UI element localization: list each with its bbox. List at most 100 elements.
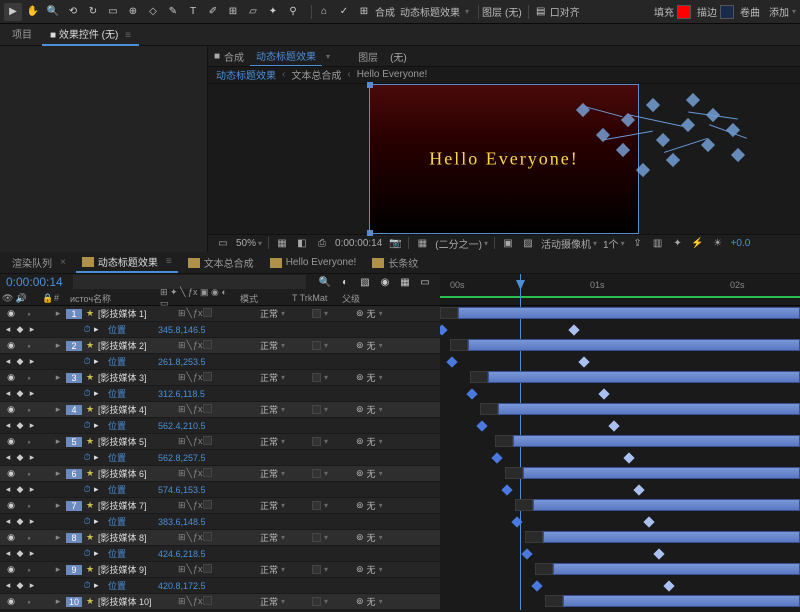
property-value[interactable]: 574.6,153.5 [156, 485, 246, 495]
mode-col-header[interactable]: 模式 [238, 292, 290, 305]
layer-row[interactable]: ◉◦▸9★[影技媒体 9]⊞╲ƒx正常▾▾⊚无▾ [0, 562, 440, 578]
prev-kf-icon[interactable]: ◂ [4, 518, 12, 526]
property-value[interactable]: 420.8,172.5 [156, 581, 246, 591]
pickwhip-icon[interactable]: ⊚ [356, 596, 364, 607]
quality-switch[interactable] [203, 436, 212, 445]
layer-bar[interactable] [498, 403, 800, 415]
solo-toggle-icon[interactable]: ◦ [25, 534, 33, 542]
property-row[interactable]: ◂◆▸⏱▸位置312.6,118.5 [0, 386, 440, 402]
keyframe-icon[interactable] [440, 324, 448, 335]
label-color-icon[interactable]: ★ [84, 532, 96, 543]
layer-bar[interactable] [563, 595, 800, 607]
add-kf-icon[interactable]: ◆ [16, 454, 24, 462]
shy-switch-icon[interactable]: ⊞ [178, 532, 186, 543]
project-tab[interactable]: 项目 [4, 23, 40, 46]
property-row[interactable]: ◂◆▸⏱▸位置261.8,253.5 [0, 354, 440, 370]
next-kf-icon[interactable]: ▸ [28, 390, 36, 398]
layer-row[interactable]: ◉◦▸2★[影技媒体 2]⊞╲ƒx正常▾▾⊚无▾ [0, 338, 440, 354]
property-row[interactable]: ◂◆▸⏱▸位置420.8,172.5 [0, 578, 440, 594]
hand-tool-icon[interactable]: ✋ [24, 3, 42, 21]
parent-dropdown[interactable]: ⊚无▾ [356, 467, 418, 480]
property-name[interactable]: 位置 [106, 579, 156, 592]
blend-mode-dropdown[interactable]: 正常▾ [254, 339, 306, 352]
parent-dropdown[interactable]: ⊚无▾ [356, 563, 418, 576]
property-name[interactable]: 位置 [106, 387, 156, 400]
shy-switch-icon[interactable]: ⊞ [178, 436, 186, 447]
property-value[interactable]: 562.8,257.5 [156, 453, 246, 463]
close-icon[interactable]: × [60, 257, 66, 268]
property-name[interactable]: 位置 [106, 515, 156, 528]
property-value[interactable]: 562.4,210.5 [156, 421, 246, 431]
twirl-icon[interactable]: ▸ [52, 596, 64, 607]
quality-switch[interactable] [203, 596, 212, 605]
trkmat-dropdown[interactable]: ▾ [306, 437, 356, 446]
anchor-tool-icon[interactable]: ⊕ [124, 3, 142, 21]
next-kf-icon[interactable]: ▸ [28, 326, 36, 334]
next-kf-icon[interactable]: ▸ [28, 582, 36, 590]
viewer-comp-tab[interactable]: 动态标题效果 [250, 46, 322, 66]
layer-bar[interactable] [543, 531, 800, 543]
layer-in-handle[interactable] [535, 563, 553, 575]
twirl-icon[interactable]: ▸ [52, 340, 64, 351]
layer-name[interactable]: [影技媒体 4] [96, 403, 174, 416]
layer-name[interactable]: [影技媒体 7] [96, 499, 174, 512]
lock-col-header[interactable]: 🔒 [40, 293, 52, 304]
next-kf-icon[interactable]: ▸ [28, 486, 36, 494]
exposure-icon[interactable]: ☀ [711, 236, 725, 250]
layer-bar[interactable] [533, 499, 800, 511]
comp-name-label[interactable]: 动态标题效果 [400, 4, 460, 19]
layer-in-handle[interactable] [505, 467, 523, 479]
quality-switch[interactable] [203, 532, 212, 541]
playhead[interactable] [520, 274, 521, 306]
pickwhip-icon[interactable]: ⊚ [356, 436, 364, 447]
property-row[interactable]: ◂◆▸⏱▸位置562.8,257.5 [0, 450, 440, 466]
collapse-switch-icon[interactable]: ╲ [187, 372, 192, 383]
home-icon[interactable]: ⌂ [315, 3, 333, 21]
current-timecode[interactable]: 0:00:00:14 [6, 275, 63, 289]
shy-switch-icon[interactable]: ⊞ [178, 468, 186, 479]
bbox-handle[interactable] [367, 82, 373, 88]
shape-tool-icon[interactable]: ◇ [144, 3, 162, 21]
add-kf-icon[interactable]: ◆ [16, 358, 24, 366]
fx-switch-icon[interactable]: ƒx [193, 372, 203, 383]
next-kf-icon[interactable]: ▸ [28, 454, 36, 462]
property-row[interactable]: ◂◆▸⏱▸位置383.6,148.5 [0, 514, 440, 530]
keyframe-icon[interactable] [476, 420, 487, 431]
parent-dropdown[interactable]: ⊚无▾ [356, 403, 418, 416]
brush-tool-icon[interactable]: ✐ [204, 3, 222, 21]
property-name[interactable]: 位置 [106, 451, 156, 464]
keyframe-icon[interactable] [633, 484, 644, 495]
keyframe-icon[interactable] [491, 452, 502, 463]
property-row[interactable]: ◂◆▸⏱▸位置345.8,146.5 [0, 322, 440, 338]
stroke-swatch[interactable] [720, 5, 734, 19]
layer-in-handle[interactable] [515, 499, 533, 511]
shy-switch-icon[interactable]: ⊞ [178, 500, 186, 511]
fx-switch-icon[interactable]: ƒx [193, 308, 203, 319]
fast-preview-icon[interactable]: ⚡ [691, 236, 705, 250]
trkmat-dropdown[interactable]: ▾ [306, 309, 356, 318]
viewer-layer-none[interactable]: (无) [384, 47, 413, 66]
timeline-ruler[interactable]: 00s 01s 02s [440, 274, 800, 305]
trkmat-dropdown[interactable]: ▾ [306, 373, 356, 382]
layer-name[interactable]: [影技媒体 3] [96, 371, 174, 384]
layer-name[interactable]: [影技媒体 8] [96, 531, 174, 544]
property-value[interactable]: 383.6,148.5 [156, 517, 246, 527]
stopwatch-icon[interactable]: ⏱ [80, 356, 94, 367]
property-value[interactable]: 424.6,218.5 [156, 549, 246, 559]
label-color-icon[interactable]: ★ [84, 564, 96, 575]
visible-toggle-icon[interactable]: ◉ [7, 342, 15, 350]
add-kf-icon[interactable]: ◆ [16, 518, 24, 526]
parent-dropdown[interactable]: ⊚无▾ [356, 435, 418, 448]
pickwhip-icon[interactable]: ⊚ [356, 500, 364, 511]
collapse-switch-icon[interactable]: ╲ [187, 596, 192, 607]
eraser-tool-icon[interactable]: ▱ [244, 3, 262, 21]
layer-bar[interactable] [553, 563, 800, 575]
prev-kf-icon[interactable]: ◂ [4, 582, 12, 590]
visible-toggle-icon[interactable]: ◉ [7, 438, 15, 446]
collapse-switch-icon[interactable]: ╲ [187, 564, 192, 575]
res-icon[interactable]: ▦ [275, 236, 289, 250]
add-kf-icon[interactable]: ◆ [16, 326, 24, 334]
twirl-icon[interactable]: ▸ [52, 404, 64, 415]
label-color-icon[interactable]: ★ [84, 404, 96, 415]
shy-switch-icon[interactable]: ⊞ [178, 596, 186, 607]
